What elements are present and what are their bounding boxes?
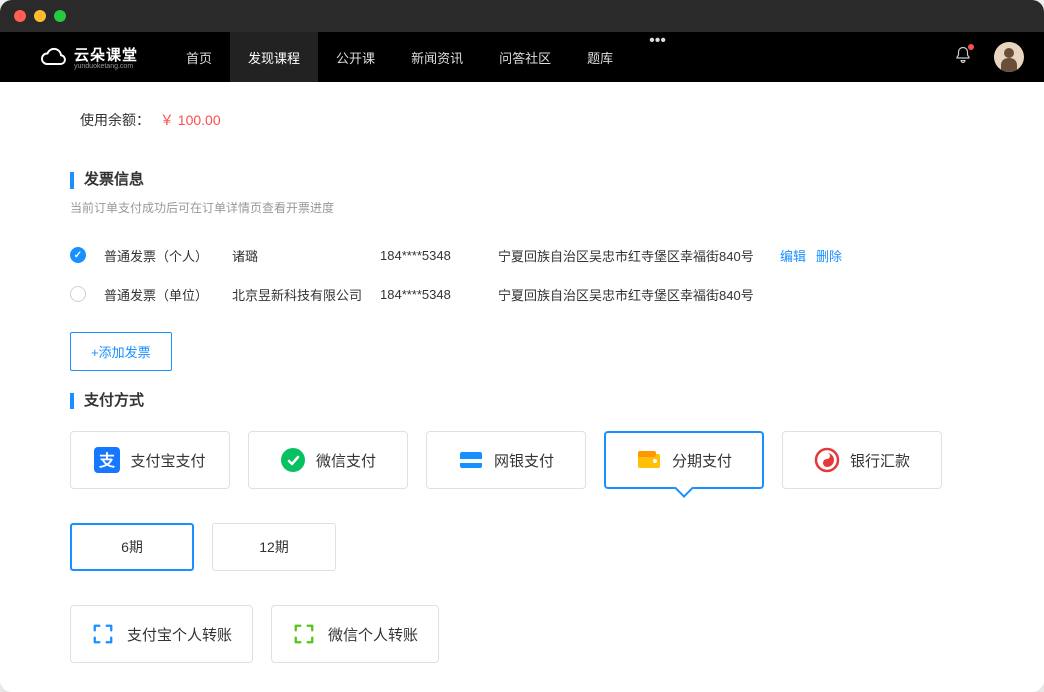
window-titlebar [0, 0, 1044, 32]
add-invoice-button[interactable]: +添加发票 [70, 332, 172, 371]
pay-label: 网银支付 [494, 450, 554, 471]
invoice-phone: 184****5348 [380, 287, 480, 302]
nav-news[interactable]: 新闻资讯 [393, 32, 481, 82]
wechat-icon [280, 447, 306, 473]
transfer-label: 支付宝个人转账 [127, 624, 232, 645]
invoice-row-company: 普通发票（单位） 北京昱新科技有限公司 184****5348 宁夏回族自治区吴… [70, 275, 974, 314]
svg-text:支: 支 [98, 451, 116, 470]
nav-qa[interactable]: 问答社区 [481, 32, 569, 82]
nav-items: 首页 发现课程 公开课 新闻资讯 问答社区 题库 ••• [168, 32, 684, 82]
invoice-radio[interactable] [70, 286, 86, 302]
invoice-name: 诸璐 [232, 246, 362, 265]
installment-12[interactable]: 12期 [212, 523, 336, 571]
brand-sub: yunduoketang.com [74, 63, 138, 70]
cloud-icon [40, 45, 68, 69]
nav-bank[interactable]: 题库 [569, 32, 631, 82]
window-min-dot[interactable] [34, 10, 46, 22]
transfer-alipay[interactable]: 支付宝个人转账 [70, 605, 253, 663]
notification-dot-icon [968, 44, 974, 50]
invoice-section: 发票信息 当前订单支付成功后可在订单详情页查看开票进度 普通发票（个人） 诸璐 … [70, 172, 974, 371]
scan-icon [292, 622, 316, 646]
pay-bank[interactable]: 银行汇款 [782, 431, 942, 489]
invoice-type: 普通发票（个人） [104, 246, 214, 265]
user-avatar[interactable] [994, 42, 1024, 72]
invoice-address: 宁夏回族自治区吴忠市红寺堡区幸福街840号 [498, 246, 758, 265]
payment-methods: 支 支付宝支付 微信支付 网银支付 [70, 431, 974, 489]
invoice-title: 发票信息 [70, 172, 974, 189]
transfer-options: 支付宝个人转账 微信个人转账 [70, 605, 974, 663]
transfer-label: 微信个人转账 [328, 624, 418, 645]
pay-label: 分期支付 [672, 450, 732, 471]
invoice-radio[interactable] [70, 247, 86, 263]
brand-logo[interactable]: 云朵课堂 yunduoketang.com [40, 44, 138, 70]
invoice-sub: 当前订单支付成功后可在订单详情页查看开票进度 [70, 199, 974, 216]
transfer-wechat[interactable]: 微信个人转账 [271, 605, 439, 663]
pay-alipay[interactable]: 支 支付宝支付 [70, 431, 230, 489]
nav-home[interactable]: 首页 [168, 32, 230, 82]
page-content: 使用余额： ￥ 100.00 发票信息 当前订单支付成功后可在订单详情页查看开票… [0, 82, 1044, 692]
invoice-list: 普通发票（个人） 诸璐 184****5348 宁夏回族自治区吴忠市红寺堡区幸福… [70, 236, 974, 314]
window-max-dot[interactable] [54, 10, 66, 22]
pay-label: 支付宝支付 [130, 450, 205, 471]
notification-bell[interactable] [954, 46, 972, 69]
pay-label: 银行汇款 [850, 450, 910, 471]
invoice-phone: 184****5348 [380, 248, 480, 263]
delete-link[interactable]: 删除 [816, 246, 842, 265]
invoice-type: 普通发票（单位） [104, 285, 214, 304]
top-nav: 云朵课堂 yunduoketang.com 首页 发现课程 公开课 新闻资讯 问… [0, 32, 1044, 82]
balance-amount: ￥ 100.00 [160, 112, 221, 128]
nav-more-icon[interactable]: ••• [631, 32, 684, 82]
balance-label: 使用余额： [80, 112, 150, 128]
invoice-row-personal: 普通发票（个人） 诸璐 184****5348 宁夏回族自治区吴忠市红寺堡区幸福… [70, 236, 974, 275]
installment-6[interactable]: 6期 [70, 523, 194, 571]
pay-wechat[interactable]: 微信支付 [248, 431, 408, 489]
balance-row: 使用余额： ￥ 100.00 [70, 102, 974, 150]
invoice-actions: 编辑 删除 [780, 246, 842, 265]
nav-open[interactable]: 公开课 [318, 32, 393, 82]
bank-icon [814, 447, 840, 473]
pay-unionpay[interactable]: 网银支付 [426, 431, 586, 489]
wallet-icon [636, 447, 662, 473]
pay-label: 微信支付 [316, 450, 376, 471]
window-close-dot[interactable] [14, 10, 26, 22]
pay-installment[interactable]: 分期支付 [604, 431, 764, 489]
brand-name: 云朵课堂 [74, 44, 138, 65]
invoice-name: 北京昱新科技有限公司 [232, 285, 362, 304]
invoice-address: 宁夏回族自治区吴忠市红寺堡区幸福街840号 [498, 285, 758, 304]
payment-section: 支付方式 支 支付宝支付 微信支付 [70, 393, 974, 664]
alipay-icon: 支 [94, 447, 120, 473]
installment-options: 6期 12期 [70, 523, 974, 571]
nav-courses[interactable]: 发现课程 [230, 32, 318, 82]
unionpay-icon [458, 447, 484, 473]
payment-title: 支付方式 [70, 393, 974, 410]
scan-icon [91, 622, 115, 646]
nav-right [954, 42, 1024, 72]
app-window: 云朵课堂 yunduoketang.com 首页 发现课程 公开课 新闻资讯 问… [0, 0, 1044, 692]
edit-link[interactable]: 编辑 [780, 246, 806, 265]
